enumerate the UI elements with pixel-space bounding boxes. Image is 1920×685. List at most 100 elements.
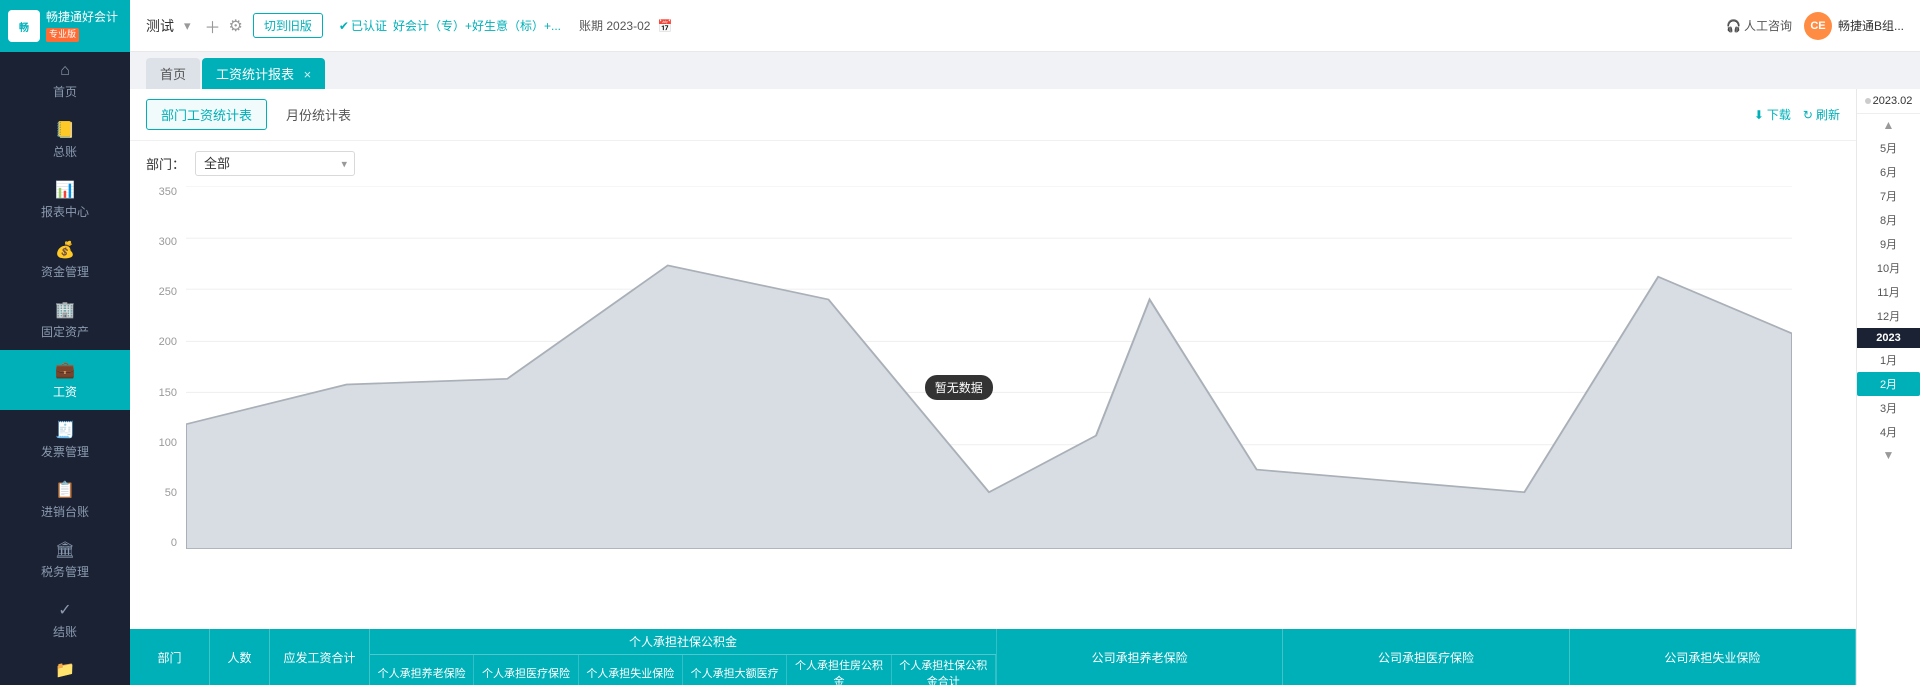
y-250: 250	[159, 286, 181, 298]
date-nav-up[interactable]: ▲	[1857, 114, 1920, 136]
sub-tab-month[interactable]: 月份统计表	[271, 99, 366, 130]
sales-icon: 📋	[55, 480, 75, 500]
sidebar-item-assets[interactable]: 🏢 固定资产	[0, 290, 130, 350]
date-year-2023: 2023	[1857, 328, 1920, 348]
sidebar-item-ledger[interactable]: 📒 总账	[0, 110, 130, 170]
department-select-wrapper: 全部 部门1 部门2 ▾	[195, 151, 355, 176]
invoice-icon: 🧾	[55, 420, 75, 440]
company-dropdown-icon[interactable]: ▾	[184, 18, 191, 34]
topbar-status: ✔ 已认证 好会计（专）+好生意（标）+...	[339, 17, 561, 34]
app-logo: 畅 畅捷通好会计 专业版	[0, 0, 130, 52]
settings-icon[interactable]: ⚙	[229, 16, 243, 36]
sidebar-item-salary[interactable]: 💼 工资	[0, 350, 130, 410]
date-up-icon[interactable]: ▲	[1879, 116, 1899, 134]
avatar: CE	[1804, 12, 1832, 40]
sidebar-item-checkout[interactable]: ✓ 结账	[0, 590, 130, 650]
refresh-button[interactable]: ↻ 刷新	[1803, 106, 1840, 123]
sidebar-item-label-tax: 税务管理	[41, 563, 89, 580]
th-company-unemployment: 公司承担失业保险	[1570, 629, 1856, 685]
th-personal-major-medical: 个人承担大额医疗	[683, 655, 787, 685]
checkout-icon: ✓	[58, 600, 71, 620]
sidebar-item-label-ledger: 总账	[53, 143, 77, 160]
period-label: 账期 2023-02 📅	[579, 17, 673, 34]
sidebar-item-label-salary: 工资	[53, 383, 77, 400]
filter-label: 部门：	[146, 154, 185, 173]
funds-icon: 💰	[55, 240, 75, 260]
home-icon: ⌂	[60, 62, 70, 80]
main-area: 测试 ▾ ＋ ⚙ 切到旧版 ✔ 已认证 好会计（专）+好生意（标）+... 账期…	[130, 0, 1920, 685]
th-department: 部门	[130, 629, 210, 685]
sidebar-item-label-invoice: 发票管理	[41, 443, 89, 460]
dot-icon	[1865, 98, 1871, 104]
date-month-1-2023[interactable]: 1月	[1857, 348, 1920, 372]
sidebar-item-label-sales: 进销台账	[41, 503, 89, 520]
chart-svg	[186, 186, 1792, 549]
sidebar-item-invoice[interactable]: 🧾 发票管理	[0, 410, 130, 470]
date-month-4-2023[interactable]: 4月	[1857, 420, 1920, 444]
sidebar-item-label-assets: 固定资产	[41, 323, 89, 340]
tab-close-icon[interactable]: ×	[304, 67, 312, 82]
sub-tabs: 部门工资统计表 月份统计表 ⬇ 下载 ↻ 刷新	[130, 89, 1856, 141]
date-month-8[interactable]: 8月	[1857, 208, 1920, 232]
th-company-pension: 公司承担养老保险	[997, 629, 1283, 685]
ledger-icon: 📒	[55, 120, 75, 140]
calendar-icon[interactable]: 📅	[658, 19, 673, 33]
tab-salary[interactable]: 工资统计报表 ×	[202, 58, 325, 89]
filter-row: 部门： 全部 部门1 部门2 ▾	[130, 141, 1856, 186]
table-header: 部门 人数 应发工资合计 个人承担社保公积金 个人承担养老保险 个人承担医疗保险…	[130, 629, 1856, 685]
archive-icon: 📁	[55, 660, 75, 680]
sidebar-item-sales[interactable]: 📋 进销台账	[0, 470, 130, 530]
sidebar-item-reports[interactable]: 📊 报表中心	[0, 170, 130, 230]
sidebar-item-label-reports: 报表中心	[41, 203, 89, 220]
sidebar-item-archive[interactable]: 📁 归档管理	[0, 650, 130, 685]
user-menu[interactable]: CE 畅捷通B组...	[1804, 12, 1904, 40]
chart-svg-container: 暂无数据	[186, 186, 1792, 549]
tax-icon: 🏛	[55, 540, 75, 560]
refresh-icon: ↻	[1803, 108, 1813, 122]
tab-home[interactable]: 首页	[146, 58, 200, 89]
th-company-medical: 公司承担医疗保险	[1283, 629, 1569, 685]
topbar: 测试 ▾ ＋ ⚙ 切到旧版 ✔ 已认证 好会计（专）+好生意（标）+... 账期…	[130, 0, 1920, 52]
content-area: 首页 工资统计报表 × 部门工资统计表 月份统计表	[130, 52, 1920, 685]
sidebar-item-tax[interactable]: 🏛 税务管理	[0, 530, 130, 590]
date-month-5[interactable]: 5月	[1857, 136, 1920, 160]
date-nav-down[interactable]: ▼	[1857, 444, 1920, 466]
date-month-10[interactable]: 10月	[1857, 256, 1920, 280]
date-month-2-2023[interactable]: 2月	[1857, 372, 1920, 396]
date-month-3-2023[interactable]: 3月	[1857, 396, 1920, 420]
reports-icon: 📊	[55, 180, 75, 200]
th-personal-medical: 个人承担医疗保险	[474, 655, 578, 685]
sidebar-nav: ⌂ 首页 📒 总账 📊 报表中心 💰 资金管理 🏢 固定资产 💼 工资 🧾 发票…	[0, 52, 130, 685]
sidebar-item-label-home: 首页	[53, 83, 77, 100]
date-down-icon[interactable]: ▼	[1879, 446, 1899, 464]
add-icon[interactable]: ＋	[205, 14, 221, 38]
date-month-7[interactable]: 7月	[1857, 184, 1920, 208]
y-axis: 350 300 250 200 150 100 50 0	[146, 186, 181, 549]
y-0: 0	[171, 537, 181, 549]
y-150: 150	[159, 387, 181, 399]
salary-icon: 💼	[55, 360, 75, 380]
sidebar-item-home[interactable]: ⌂ 首页	[0, 52, 130, 110]
date-month-6[interactable]: 6月	[1857, 160, 1920, 184]
headset-icon: 🎧	[1726, 19, 1741, 33]
chart-area-path	[186, 265, 1792, 549]
date-month-9[interactable]: 9月	[1857, 232, 1920, 256]
th-total-salary: 应发工资合计	[270, 629, 370, 685]
sidebar-item-label-checkout: 结账	[53, 623, 77, 640]
sidebar-item-funds[interactable]: 💰 资金管理	[0, 230, 130, 290]
tags-label: 好会计（专）+好生意（标）+...	[393, 17, 561, 34]
th-count: 人数	[210, 629, 270, 685]
date-month-11[interactable]: 11月	[1857, 280, 1920, 304]
th-personal-pension: 个人承担养老保险	[370, 655, 474, 685]
date-month-12[interactable]: 12月	[1857, 304, 1920, 328]
page-body: 部门工资统计表 月份统计表 ⬇ 下载 ↻ 刷新	[130, 89, 1856, 685]
check-icon: ✔	[339, 19, 349, 33]
download-icon: ⬇	[1754, 108, 1764, 122]
logo-icon: 畅	[8, 10, 40, 42]
help-button[interactable]: 🎧 人工咨询	[1726, 17, 1792, 34]
download-button[interactable]: ⬇ 下载	[1754, 106, 1791, 123]
sub-tab-department[interactable]: 部门工资统计表	[146, 99, 267, 130]
switch-button[interactable]: 切到旧版	[253, 13, 323, 38]
assets-icon: 🏢	[55, 300, 75, 320]
department-select[interactable]: 全部 部门1 部门2	[195, 151, 355, 176]
